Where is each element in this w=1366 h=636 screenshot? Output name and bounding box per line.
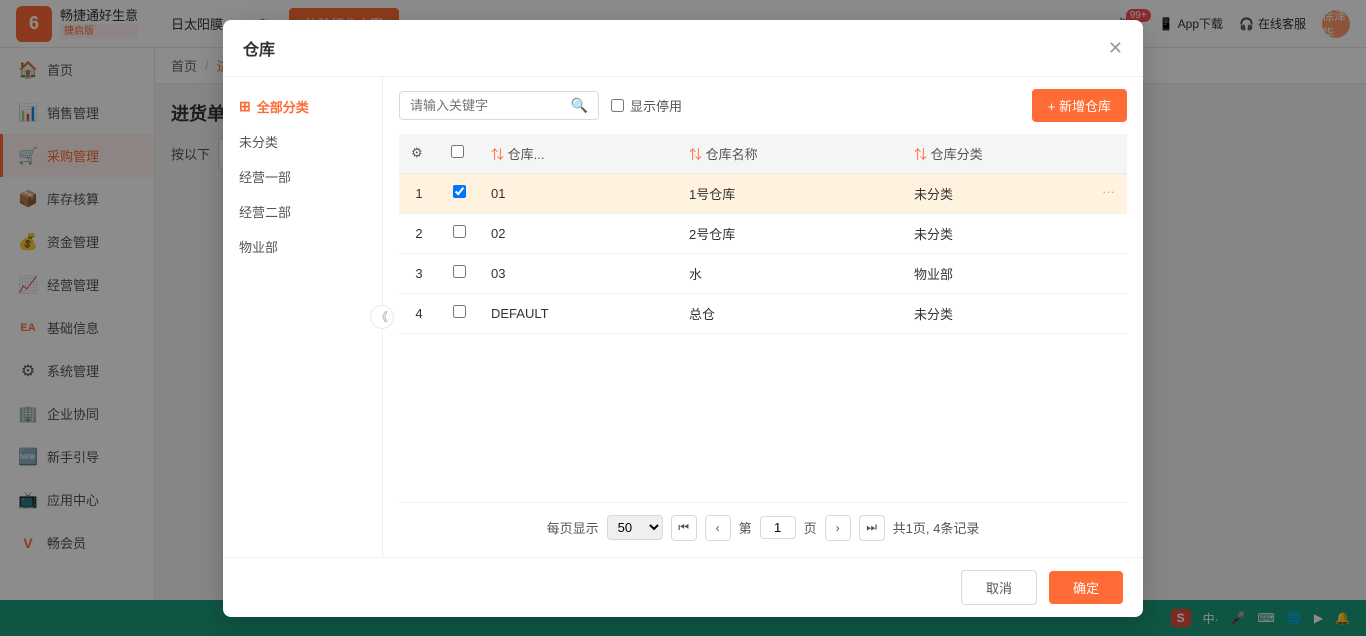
row-name: 1号仓库	[677, 173, 902, 213]
show-disabled-label[interactable]: 显示停用	[611, 96, 682, 115]
th-category: ⇅ 仓库分类	[902, 134, 1127, 174]
th-code: ⇅ 仓库...	[479, 134, 677, 174]
search-input[interactable]	[410, 98, 565, 113]
sort-icon2: ⇅	[689, 147, 702, 162]
page-size-select[interactable]: 50 100	[607, 515, 663, 540]
row-checkbox-cell[interactable]	[439, 213, 479, 253]
row-select-checkbox[interactable]	[453, 225, 466, 238]
show-disabled-checkbox[interactable]	[611, 99, 624, 112]
warehouse-table: ⚙ ⇅ 仓库... ⇅ 仓库名称	[399, 134, 1127, 334]
th-settings[interactable]: ⚙	[399, 134, 439, 174]
row-code: 01	[479, 173, 677, 213]
page-unit: 页	[804, 518, 817, 537]
settings-icon: ⚙	[411, 145, 423, 160]
th-name: ⇅ 仓库名称	[677, 134, 902, 174]
prev-page-button[interactable]: ‹	[705, 515, 731, 541]
table-row[interactable]: 4 DEFAULT 总仓 未分类	[399, 293, 1127, 333]
all-categories-item[interactable]: ⊞ 全部分类	[223, 89, 382, 124]
all-categories-label: 全部分类	[257, 97, 309, 116]
table-toolbar: 🔍 显示停用 + 新增仓库	[399, 89, 1127, 122]
search-box: 🔍	[399, 91, 599, 120]
th-checkbox[interactable]	[439, 134, 479, 174]
row-num: 1	[399, 173, 439, 213]
row-checkbox-cell[interactable]	[439, 253, 479, 293]
table-panel: 🔍 显示停用 + 新增仓库 ⚙	[383, 77, 1143, 557]
row-category: 未分类	[902, 293, 1127, 333]
row-select-checkbox[interactable]	[453, 185, 466, 198]
category-item-ops2[interactable]: 经营二部	[223, 194, 382, 229]
first-page-button[interactable]: ⏮	[671, 515, 697, 541]
table-row[interactable]: 3 03 水 物业部	[399, 253, 1127, 293]
pagination: 每页显示 50 100 ⏮ ‹ 第 页 › ⏭ 共1页, 4条记录	[399, 502, 1127, 545]
modal-footer: 取消 确定	[223, 557, 1143, 617]
page-number-input[interactable]	[760, 516, 796, 539]
row-num: 3	[399, 253, 439, 293]
last-page-button[interactable]: ⏭	[859, 515, 885, 541]
search-icon[interactable]: 🔍	[571, 97, 588, 114]
select-all-checkbox[interactable]	[451, 145, 464, 158]
row-code: 02	[479, 213, 677, 253]
grid-icon: ⊞	[239, 98, 251, 115]
category-item-unclassified[interactable]: 未分类	[223, 124, 382, 159]
table-header-row: ⚙ ⇅ 仓库... ⇅ 仓库名称	[399, 134, 1127, 174]
sort-icon: ⇅	[491, 147, 504, 162]
row-code: 03	[479, 253, 677, 293]
row-actions-icon[interactable]: ···	[1102, 184, 1115, 199]
category-collapse-button[interactable]: 《	[370, 305, 394, 329]
sort-icon3: ⇅	[914, 147, 927, 162]
row-name: 水	[677, 253, 902, 293]
row-category: 未分类	[902, 213, 1127, 253]
next-page-button[interactable]: ›	[825, 515, 851, 541]
show-disabled-text: 显示停用	[630, 96, 682, 115]
category-item-ops1[interactable]: 经营一部	[223, 159, 382, 194]
warehouse-modal: 仓库 ✕ ⊞ 全部分类 未分类 经营一部 经营二部	[223, 20, 1143, 617]
modal-body: ⊞ 全部分类 未分类 经营一部 经营二部 物业部 《	[223, 77, 1143, 557]
modal-header: 仓库 ✕	[223, 20, 1143, 77]
total-info: 共1页, 4条记录	[893, 518, 980, 537]
row-category: 未分类···	[902, 173, 1127, 213]
confirm-button[interactable]: 确定	[1049, 571, 1123, 604]
row-name: 总仓	[677, 293, 902, 333]
modal-title: 仓库	[243, 36, 275, 60]
row-category: 物业部	[902, 253, 1127, 293]
cancel-button[interactable]: 取消	[961, 570, 1037, 605]
page-label: 第	[739, 518, 752, 537]
table-row[interactable]: 1 01 1号仓库 未分类···	[399, 173, 1127, 213]
close-icon[interactable]: ✕	[1108, 39, 1123, 57]
page-size-label: 每页显示	[547, 518, 599, 537]
modal-overlay[interactable]: 仓库 ✕ ⊞ 全部分类 未分类 经营一部 经营二部	[0, 0, 1366, 636]
row-num: 4	[399, 293, 439, 333]
row-num: 2	[399, 213, 439, 253]
row-select-checkbox[interactable]	[453, 305, 466, 318]
row-select-checkbox[interactable]	[453, 265, 466, 278]
row-code: DEFAULT	[479, 293, 677, 333]
row-checkbox-cell[interactable]	[439, 293, 479, 333]
row-name: 2号仓库	[677, 213, 902, 253]
table-row[interactable]: 2 02 2号仓库 未分类	[399, 213, 1127, 253]
category-panel: ⊞ 全部分类 未分类 经营一部 经营二部 物业部 《	[223, 77, 383, 557]
row-checkbox-cell[interactable]	[439, 173, 479, 213]
category-item-property[interactable]: 物业部	[223, 229, 382, 264]
add-warehouse-button[interactable]: + 新增仓库	[1032, 89, 1127, 122]
